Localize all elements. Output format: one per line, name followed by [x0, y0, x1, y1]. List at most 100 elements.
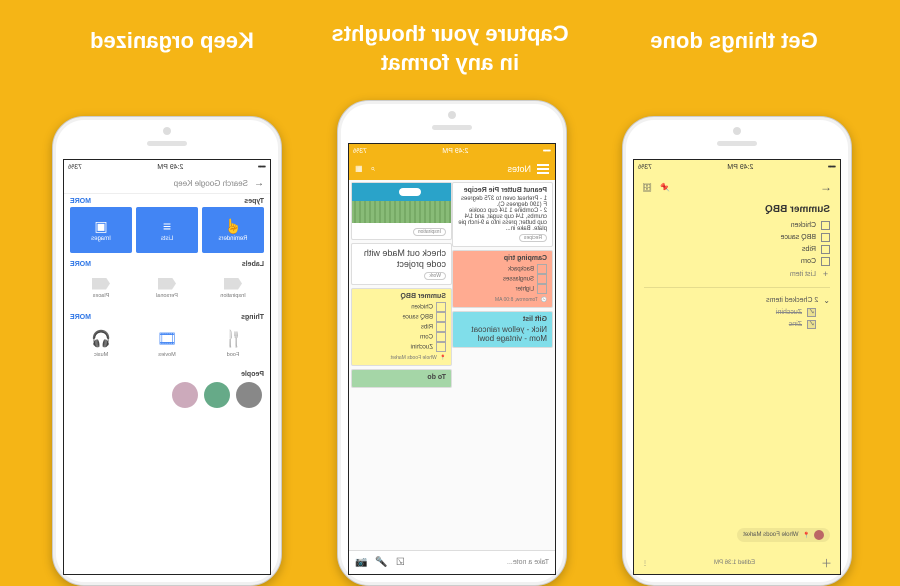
checked-item[interactable]: Zucchini	[644, 308, 816, 317]
section-labels-header: Labels MORE	[64, 257, 270, 270]
photo-thumb	[352, 183, 451, 223]
overflow-icon[interactable]: ⋮	[642, 560, 648, 567]
people-row	[64, 380, 270, 410]
heading-done: Get things done	[624, 28, 844, 54]
avatar[interactable]	[236, 382, 262, 408]
section-people-header: People	[64, 367, 270, 380]
menu-icon[interactable]	[537, 168, 549, 170]
tag-icon	[158, 278, 176, 290]
back-arrow-icon[interactable]: ←	[254, 178, 264, 189]
movies-icon: 🎞	[157, 329, 177, 349]
section-title: Types	[244, 198, 264, 205]
note-card-camping[interactable]: Camping trip Backpack Sunglasses Lighter…	[452, 250, 553, 308]
avatar	[814, 530, 824, 540]
mic-icon[interactable]: 🎤	[375, 557, 387, 568]
note-bottom-bar: ＋ Edited 1:36 PM ⋮	[634, 552, 840, 574]
checked-icon[interactable]	[807, 308, 816, 317]
pin-icon[interactable]: 📌	[660, 183, 670, 192]
signal-icon: •••••	[544, 148, 551, 155]
label-chip: Inspiration	[413, 228, 446, 236]
tag-icon	[92, 278, 110, 290]
heading-organized: Keep organized	[42, 28, 302, 54]
back-arrow-icon[interactable]: ←	[820, 180, 832, 194]
section-title: Things	[241, 314, 264, 321]
tag-icon	[224, 278, 242, 290]
status-bar: ••••• 2:49 PM 73%	[64, 160, 270, 174]
avatar[interactable]	[172, 382, 198, 408]
thing-movies[interactable]: 🎞Movies	[136, 323, 198, 363]
checkbox-icon[interactable]	[821, 257, 830, 266]
signal-icon: •••••	[829, 164, 836, 171]
note-body: Summer BBQ Chicken BBQ sauce Ribs Corn +…	[634, 200, 840, 336]
search-placeholder: Search Google Keep	[174, 179, 248, 188]
search-row[interactable]: ← Search Google Keep	[64, 174, 270, 194]
note-card-todo[interactable]: To do	[351, 369, 452, 388]
images-icon: ▣	[94, 219, 107, 233]
screen-organized: ••••• 2:49 PM 73% ← Search Google Keep T…	[63, 159, 271, 575]
checkbox-icon[interactable]	[821, 245, 830, 254]
phone-notes: ••••• 2:49 PM 73% Notes ⌕ ▦ Peanut Butte…	[337, 100, 567, 586]
status-time: 2:49 PM	[157, 164, 183, 171]
plus-icon: +	[821, 269, 830, 279]
chevron-down-icon: ⌄	[823, 296, 830, 305]
section-types-header: Types MORE	[64, 194, 270, 207]
compose-bar[interactable]: Take a note... ☑ 🎤 📷	[349, 550, 555, 574]
things-row: 🍴Food 🎞Movies 🎧Music	[64, 323, 270, 367]
checked-toggle[interactable]: ⌄2 Checked items	[644, 296, 830, 305]
notes-col-right: Inspiration check out Made with code pro…	[351, 182, 452, 391]
location-chip: 📍Whole Foods Market	[357, 355, 446, 361]
note-card-bbq[interactable]: Summer BBQ Chicken BBQ sauce Ribs Corn Z…	[351, 288, 452, 366]
checklist-icon[interactable]: ☑	[396, 557, 405, 568]
checkbox-icon[interactable]	[821, 221, 830, 230]
add-item-row[interactable]: +List item	[644, 269, 830, 279]
app-title: Notes	[507, 164, 531, 174]
tile-reminders[interactable]: ☝Reminders	[202, 207, 264, 253]
note-card-code[interactable]: check out Made with code project Work	[351, 243, 452, 285]
thing-food[interactable]: 🍴Food	[202, 323, 264, 363]
notes-grid: Peanut Butter Pie Recipe 1 - Preheat ove…	[349, 180, 555, 550]
checklist-item[interactable]: Chicken	[644, 221, 830, 230]
search-icon[interactable]: ⌕	[371, 164, 375, 174]
checkbox-icon[interactable]	[821, 233, 830, 242]
screen-notes: ••••• 2:49 PM 73% Notes ⌕ ▦ Peanut Butte…	[348, 143, 556, 575]
checked-icon[interactable]	[807, 320, 816, 329]
list-icon: ≡	[163, 219, 171, 233]
checklist-item[interactable]: Ribs	[644, 245, 830, 254]
checklist-item[interactable]: BBQ sauce	[644, 233, 830, 242]
status-battery: 73%	[638, 164, 652, 171]
screen-note-detail: ••••• 2:49 PM 73% ← 📌 🗄 Summer BBQ Chick…	[633, 159, 841, 575]
labels-row: Inspiration Personal Places	[64, 270, 270, 310]
thing-music[interactable]: 🎧Music	[70, 323, 132, 363]
label-places[interactable]: Places	[70, 270, 132, 306]
reminder-chip: 🕗Tomorrow, 8:00 AM	[458, 297, 547, 303]
pin-icon: 📍	[803, 532, 810, 539]
label-personal[interactable]: Personal	[136, 270, 198, 306]
note-card-recipe[interactable]: Peanut Butter Pie Recipe 1 - Preheat ove…	[452, 182, 553, 247]
checklist-item[interactable]: Corn	[644, 257, 830, 266]
add-icon[interactable]: ＋	[821, 555, 832, 571]
location-chip[interactable]: 📍 Whole Foods Market	[737, 528, 830, 542]
clock-icon: 🕗	[541, 297, 547, 303]
tile-images[interactable]: ▣Images	[70, 207, 132, 253]
archive-icon[interactable]: 🗄	[642, 183, 652, 192]
note-card-gift[interactable]: Gift list Nick - yellow raincoat Mom - v…	[452, 311, 553, 348]
status-time: 2:49 PM	[442, 148, 468, 155]
reminder-icon: ☝	[224, 219, 241, 233]
more-link[interactable]: MORE	[70, 314, 91, 321]
label-inspiration[interactable]: Inspiration	[202, 270, 264, 306]
layout-icon[interactable]: ▦	[355, 164, 363, 174]
food-icon: 🍴	[223, 329, 243, 349]
note-title[interactable]: Summer BBQ	[644, 204, 830, 215]
checked-item[interactable]: Zinc	[644, 320, 816, 329]
heading-capture: Capture your thoughts in any format	[320, 20, 580, 77]
camera-icon[interactable]: 📷	[355, 557, 367, 568]
phone-organized: ••••• 2:49 PM 73% ← Search Google Keep T…	[52, 116, 282, 586]
more-link[interactable]: MORE	[70, 198, 91, 205]
more-link[interactable]: MORE	[70, 261, 91, 268]
status-battery: 73%	[68, 164, 82, 171]
avatar[interactable]	[204, 382, 230, 408]
section-things-header: Things MORE	[64, 310, 270, 323]
status-bar: ••••• 2:49 PM 73%	[634, 160, 840, 174]
tile-lists[interactable]: ≡Lists	[136, 207, 198, 253]
note-card-photo[interactable]: Inspiration	[351, 182, 452, 240]
